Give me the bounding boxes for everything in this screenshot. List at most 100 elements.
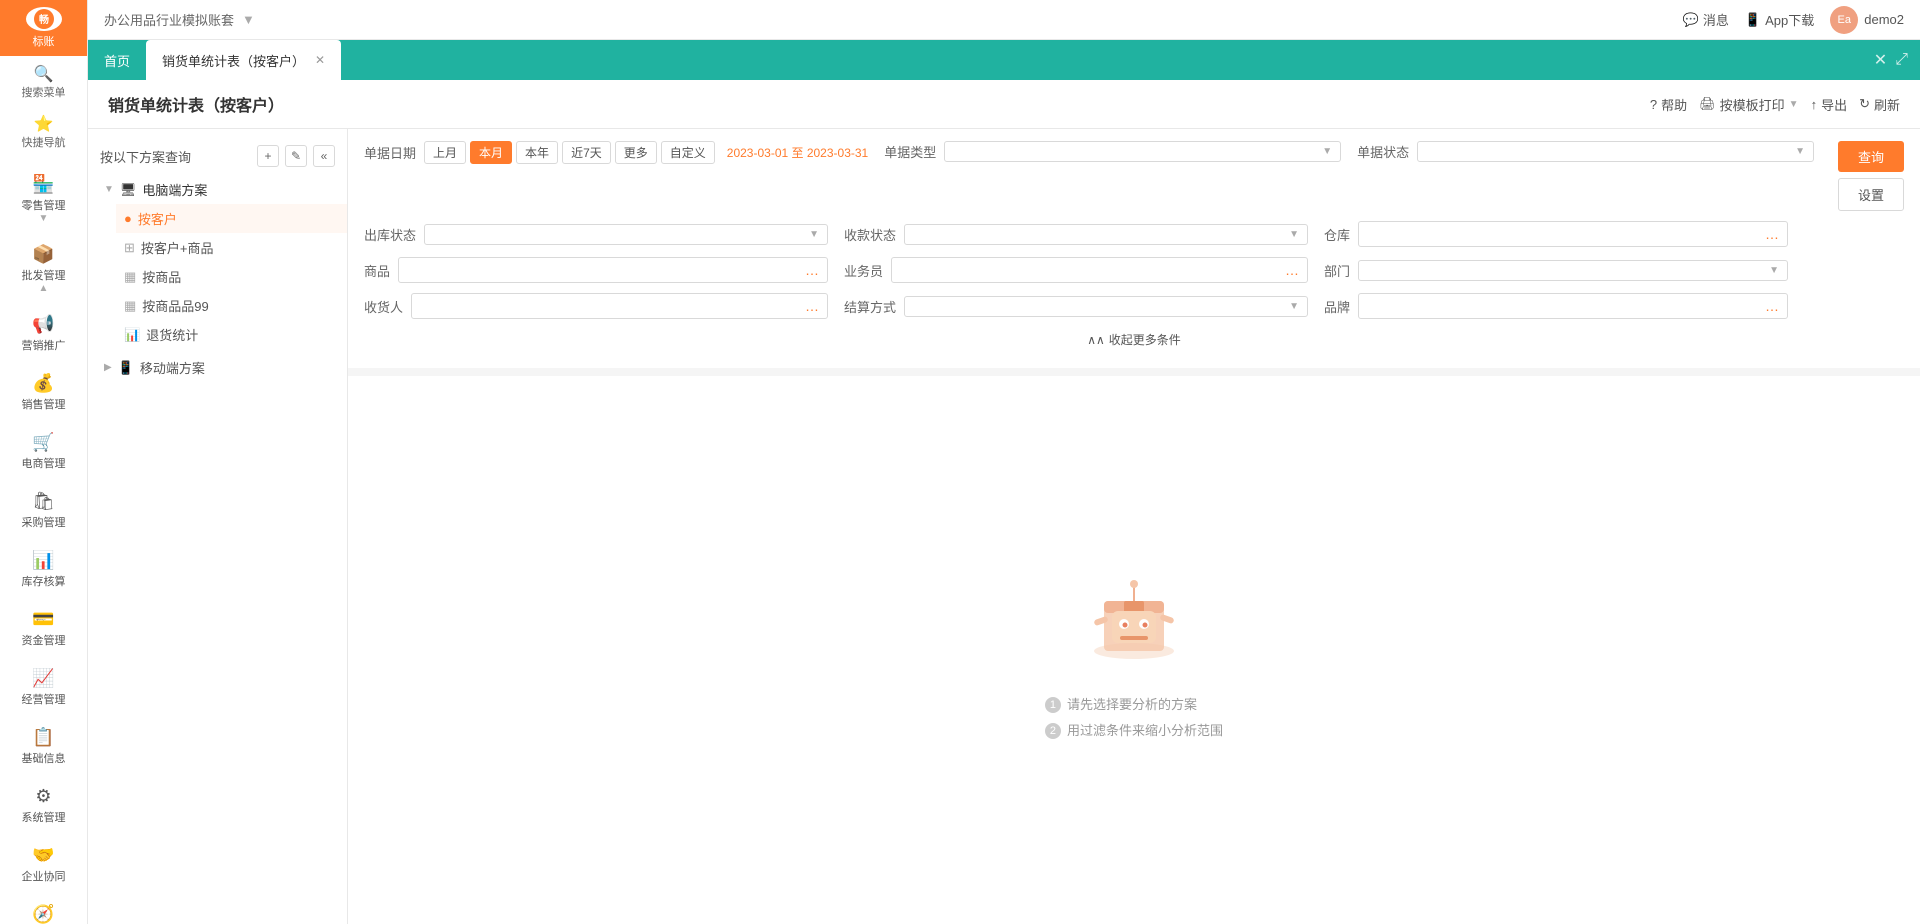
out-status-select[interactable]: ▼ xyxy=(424,224,828,245)
doc-status-label: 单据状态 xyxy=(1357,142,1409,161)
sidebar-item-quick-nav[interactable]: ⭐ 快捷导航 xyxy=(22,108,66,156)
help-icon: ? xyxy=(1650,97,1657,112)
industry-arrow[interactable]: ▼ xyxy=(242,12,255,27)
app-download-btn[interactable]: 📱 App下载 xyxy=(1745,10,1814,29)
sidebar-item-basic-info[interactable]: 📋 基础信息 xyxy=(0,717,87,776)
desktop-group-icon: 🖥 xyxy=(120,182,137,198)
download-icon: 📱 xyxy=(1745,12,1761,28)
left-panel-header: 按以下方案查询 + ✎ « xyxy=(88,137,347,175)
sidebar-item-purchase[interactable]: 🛍 采购管理 xyxy=(0,481,87,540)
empty-tip-1: 1 请先选择要分析的方案 xyxy=(1045,692,1223,718)
tab-home[interactable]: 首页 xyxy=(88,40,146,80)
sidebar-item-ecommerce[interactable]: 🛒 电商管理 xyxy=(0,422,87,481)
by-customer-icon: ● xyxy=(124,211,132,226)
tab-bar: 首页 销货单统计表（按客户） ✕ ✕ ⤢ xyxy=(88,40,1920,80)
filter-box: 单据日期 上月 本月 本年 近7天 更多 自定义 2023-03-01 至 20… xyxy=(348,129,1920,368)
return-stats-label: 退货统计 xyxy=(146,325,198,344)
custom-date-btn[interactable]: 自定义 xyxy=(661,141,715,164)
page-content: 销货单统计表（按客户） ? 帮助 🖨 按模板打印 ▼ ↑ 导出 ↻ 刷新 xyxy=(88,80,1920,924)
by-goods-icon: ▦ xyxy=(124,269,136,285)
page-title: 销货单统计表（按客户） xyxy=(108,92,284,128)
export-btn[interactable]: ↑ 导出 xyxy=(1811,95,1848,114)
add-scheme-btn[interactable]: + xyxy=(257,145,279,167)
empty-state: 1 请先选择要分析的方案 2 用过滤条件来缩小分析范围 xyxy=(348,376,1920,924)
tree-desktop-group[interactable]: ▼ 🖥 电脑端方案 xyxy=(88,175,347,204)
tab-sales-stats[interactable]: 销货单统计表（按客户） ✕ xyxy=(146,40,341,80)
tree-item-customer-goods[interactable]: ⊞ 按客户+商品 xyxy=(116,233,347,262)
user-profile[interactable]: Ea demo2 xyxy=(1830,6,1904,34)
sidebar-item-system[interactable]: ⚙ 系统管理 xyxy=(0,776,87,835)
main-container: 办公用品行业模拟账套 ▼ 💬 消息 📱 App下载 Ea demo2 首页 xyxy=(88,0,1920,924)
recipient-input[interactable]: … xyxy=(411,293,828,319)
tab-sales-stats-label: 销货单统计表（按客户） xyxy=(162,51,305,70)
doc-type-select[interactable]: ▼ xyxy=(944,141,1341,162)
tree-mobile-group[interactable]: ▶ 📱 移动端方案 xyxy=(88,353,347,382)
tree-item-by-customer[interactable]: ● 按客户 xyxy=(116,204,347,233)
salesperson-label: 业务员 xyxy=(844,261,883,280)
sidebar-item-search-menu[interactable]: 🔍 搜索菜单 xyxy=(22,56,66,108)
empty-tip-2: 2 用过滤条件来缩小分析范围 xyxy=(1045,718,1223,744)
doc-status-select[interactable]: ▼ xyxy=(1417,141,1814,162)
sidebar-item-enterprise[interactable]: 🤝 企业协同 xyxy=(0,835,87,894)
left-panel-header-actions: + ✎ « xyxy=(257,145,335,167)
message-btn[interactable]: 💬 消息 xyxy=(1683,10,1729,29)
sidebar-item-newbie[interactable]: 🧭 新手引导 xyxy=(0,894,87,924)
warehouse-input[interactable]: … xyxy=(1358,221,1788,247)
expand-btn[interactable]: ⤢ xyxy=(1895,51,1908,69)
tree-item-by-goods[interactable]: ▦ 按商品 xyxy=(116,262,347,291)
last-month-btn[interactable]: 上月 xyxy=(424,141,466,164)
doc-type-chevron: ▼ xyxy=(1322,146,1332,157)
logo-icon: 畅 xyxy=(26,7,62,31)
top-header: 办公用品行业模拟账套 ▼ 💬 消息 📱 App下载 Ea demo2 xyxy=(88,0,1920,40)
sidebar-item-inventory[interactable]: 📊 库存核算 xyxy=(0,540,87,599)
brand-input[interactable]: … xyxy=(1358,293,1788,319)
payment-method-select[interactable]: ▼ xyxy=(904,296,1308,317)
recipient-label: 收货人 xyxy=(364,297,403,316)
empty-tip-2-text: 用过滤条件来缩小分析范围 xyxy=(1067,718,1223,744)
query-btn[interactable]: 查询 xyxy=(1838,141,1904,172)
salesperson-input[interactable]: … xyxy=(891,257,1308,283)
collapse-filters-btn[interactable]: ∧∧ 收起更多条件 xyxy=(364,323,1904,356)
purchase-icon: 🛍 xyxy=(32,491,55,512)
department-select[interactable]: ▼ xyxy=(1358,260,1788,281)
finance-icon: 💳 xyxy=(32,609,54,630)
sidebar-item-wholesale[interactable]: 📦 批发管理 ▲ xyxy=(0,234,87,304)
more-date-btn[interactable]: 更多 xyxy=(615,141,657,164)
tree-item-return-stats[interactable]: 📊 退货统计 xyxy=(116,320,347,349)
left-panel-title: 按以下方案查询 xyxy=(100,147,191,166)
receipt-status-select[interactable]: ▼ xyxy=(904,224,1308,245)
settings-btn[interactable]: 设置 xyxy=(1838,178,1904,211)
sidebar-item-finance[interactable]: 💳 资金管理 xyxy=(0,599,87,658)
template-print-btn[interactable]: 🖨 按模板打印 ▼ xyxy=(1699,95,1798,114)
brand-dots: … xyxy=(1765,298,1779,314)
this-year-btn[interactable]: 本年 xyxy=(516,141,558,164)
sidebar-item-sales[interactable]: 💰 销售管理 xyxy=(0,363,87,422)
last-7days-btn[interactable]: 近7天 xyxy=(562,141,611,164)
refresh-icon: ↻ xyxy=(1859,96,1870,112)
goods-input[interactable]: … xyxy=(398,257,828,283)
system-icon: ⚙ xyxy=(35,786,51,807)
collapse-panel-btn[interactable]: « xyxy=(313,145,335,167)
sidebar-item-retail[interactable]: 🏪 零售管理 ▼ xyxy=(0,164,87,234)
wholesale-icon: 📦 xyxy=(32,244,54,265)
by-goods-label: 按商品 xyxy=(142,267,181,286)
app-logo: 畅 标账 xyxy=(0,0,87,56)
basic-info-icon: 📋 xyxy=(32,727,54,748)
sidebar-item-operations[interactable]: 📈 经营管理 xyxy=(0,658,87,717)
sidebar-item-marketing[interactable]: 📢 营销推广 xyxy=(0,304,87,363)
tab-bar-actions: ✕ ⤢ xyxy=(1874,50,1920,70)
salesperson-dots: … xyxy=(1285,262,1299,278)
app-download-label: App下载 xyxy=(1765,10,1814,29)
doc-status-chevron: ▼ xyxy=(1795,146,1805,157)
warehouse-dots: … xyxy=(1765,226,1779,242)
refresh-btn[interactable]: ↻ 刷新 xyxy=(1859,95,1900,114)
help-btn[interactable]: ? 帮助 xyxy=(1650,95,1687,114)
close-tab-btn[interactable]: ✕ xyxy=(315,53,325,67)
edit-scheme-btn[interactable]: ✎ xyxy=(285,145,307,167)
collapse-icon: ∧∧ xyxy=(1087,333,1105,347)
this-month-btn[interactable]: 本月 xyxy=(470,141,512,164)
tree-item-goods-99[interactable]: ▦ 按商品品99 xyxy=(116,291,347,320)
receipt-status-label: 收款状态 xyxy=(844,225,896,244)
close-window-btn[interactable]: ✕ xyxy=(1874,50,1887,70)
out-status-chevron: ▼ xyxy=(809,229,819,240)
